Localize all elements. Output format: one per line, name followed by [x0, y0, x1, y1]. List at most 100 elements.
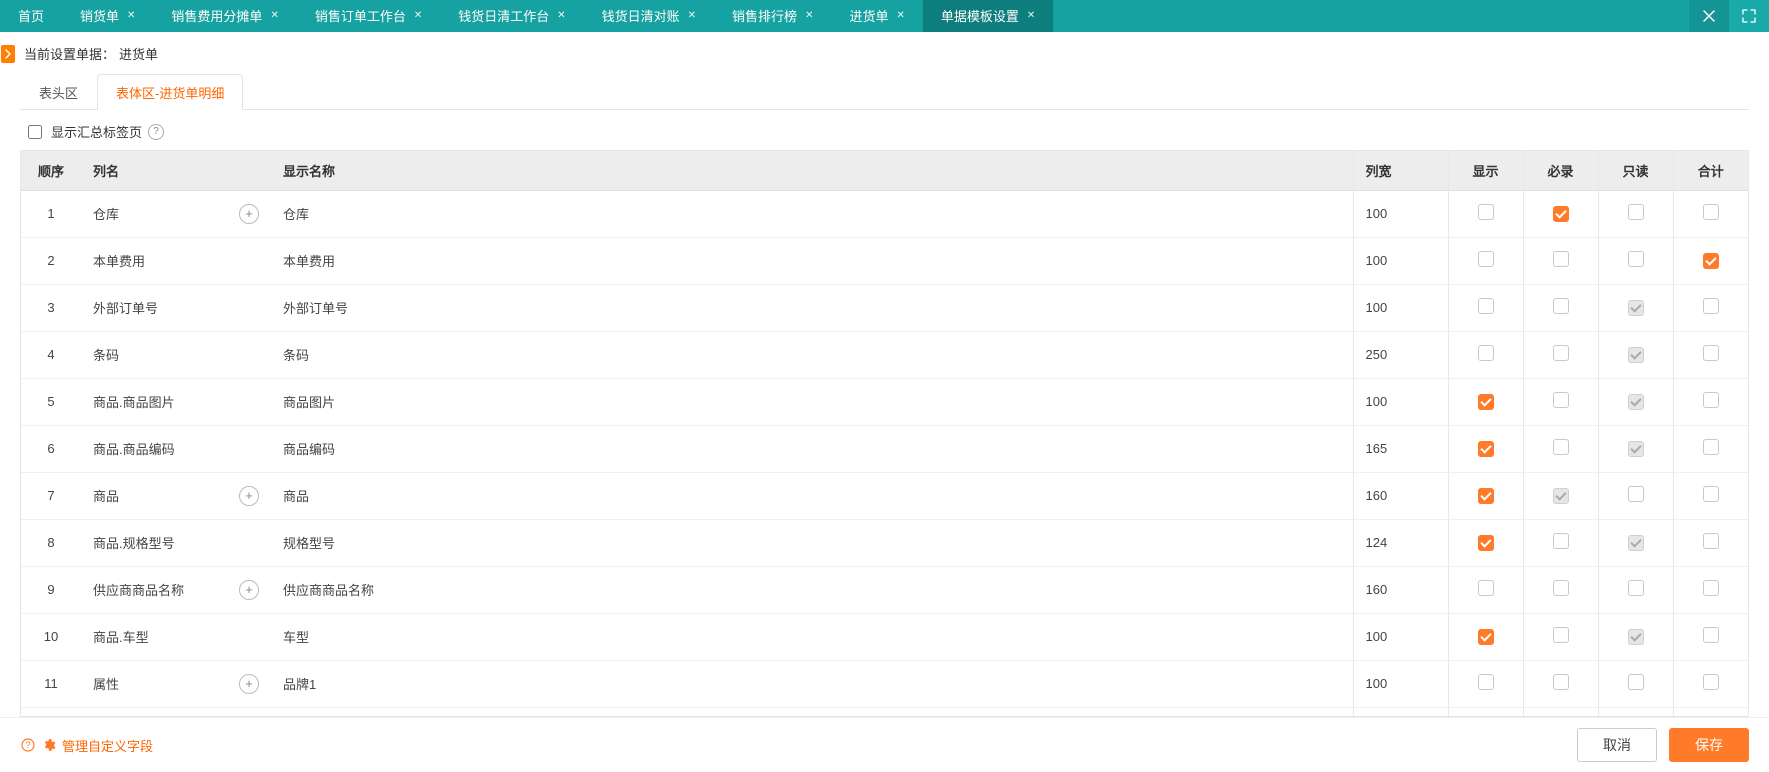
table-row[interactable]: 4条码条码250: [21, 331, 1748, 378]
close-icon[interactable]: ✕: [414, 11, 422, 21]
checkbox-show[interactable]: [1478, 204, 1494, 220]
checkbox-show[interactable]: [1478, 251, 1494, 267]
close-icon[interactable]: ✕: [688, 11, 696, 21]
cell-width[interactable]: 165: [1353, 425, 1448, 472]
checkbox-show[interactable]: [1478, 674, 1494, 690]
table-row[interactable]: 7商品+商品160: [21, 472, 1748, 519]
checkbox-required[interactable]: [1553, 674, 1569, 690]
top-tab[interactable]: 销售费用分摊单✕: [153, 0, 296, 32]
cell-width[interactable]: 100: [1353, 190, 1448, 237]
checkbox-required[interactable]: [1553, 298, 1569, 314]
cell-display-name[interactable]: 规格型号: [271, 519, 1353, 566]
table-row[interactable]: 12采购单位采购单位131: [21, 707, 1748, 716]
checkbox-required[interactable]: [1553, 251, 1569, 267]
add-column-button[interactable]: +: [239, 580, 259, 600]
top-tab[interactable]: 首页: [0, 0, 62, 32]
checkbox-required[interactable]: [1553, 392, 1569, 408]
add-column-button[interactable]: +: [239, 674, 259, 694]
checkbox-readonly[interactable]: [1628, 251, 1644, 267]
top-tab[interactable]: 销货单✕: [62, 0, 153, 32]
checkbox-readonly[interactable]: [1628, 580, 1644, 596]
cancel-button[interactable]: 取消: [1577, 728, 1657, 762]
add-column-button[interactable]: +: [239, 486, 259, 506]
top-tab[interactable]: 销售排行榜✕: [714, 0, 831, 32]
checkbox-total[interactable]: [1703, 486, 1719, 502]
checkbox-show[interactable]: [1478, 488, 1494, 504]
add-column-button[interactable]: +: [239, 204, 259, 224]
checkbox-total[interactable]: [1703, 627, 1719, 643]
cell-display-name[interactable]: 本单费用: [271, 237, 1353, 284]
checkbox-show[interactable]: [1478, 580, 1494, 596]
cell-display-name[interactable]: 供应商商品名称: [271, 566, 1353, 613]
table-row[interactable]: 6商品.商品编码商品编码165: [21, 425, 1748, 472]
close-icon[interactable]: ✕: [1027, 11, 1035, 21]
cell-width[interactable]: 100: [1353, 378, 1448, 425]
cell-width[interactable]: 250: [1353, 331, 1448, 378]
checkbox-readonly[interactable]: [1628, 204, 1644, 220]
checkbox-required[interactable]: [1553, 345, 1569, 361]
checkbox-required[interactable]: [1553, 627, 1569, 643]
cell-width[interactable]: 100: [1353, 284, 1448, 331]
top-tab[interactable]: 钱货日清工作台✕: [440, 0, 583, 32]
cell-display-name[interactable]: 外部订单号: [271, 284, 1353, 331]
close-icon[interactable]: ✕: [805, 11, 813, 21]
checkbox-show[interactable]: [1478, 629, 1494, 645]
close-icon[interactable]: ✕: [127, 11, 135, 21]
checkbox-total[interactable]: [1703, 580, 1719, 596]
fullscreen-button[interactable]: [1729, 0, 1769, 32]
checkbox-total[interactable]: [1703, 253, 1719, 269]
cell-display-name[interactable]: 品牌1: [271, 660, 1353, 707]
close-icon[interactable]: ✕: [270, 11, 278, 21]
cell-width[interactable]: 100: [1353, 613, 1448, 660]
cell-width[interactable]: 131: [1353, 707, 1448, 716]
cell-width[interactable]: 160: [1353, 566, 1448, 613]
top-tab[interactable]: 销售订单工作台✕: [297, 0, 440, 32]
close-icon[interactable]: ✕: [896, 11, 904, 21]
top-tab[interactable]: 钱货日清对账✕: [584, 0, 714, 32]
top-tab[interactable]: 单据模板设置✕: [923, 0, 1053, 32]
help-icon[interactable]: ?: [148, 124, 164, 140]
table-row[interactable]: 2本单费用本单费用100: [21, 237, 1748, 284]
checkbox-total[interactable]: [1703, 204, 1719, 220]
checkbox-show[interactable]: [1478, 441, 1494, 457]
checkbox-total[interactable]: [1703, 533, 1719, 549]
checkbox-show[interactable]: [1478, 394, 1494, 410]
table-row[interactable]: 11属性+品牌1100: [21, 660, 1748, 707]
cell-width[interactable]: 124: [1353, 519, 1448, 566]
checkbox-required[interactable]: [1553, 206, 1569, 222]
table-row[interactable]: 10商品.车型车型100: [21, 613, 1748, 660]
cell-display-name[interactable]: 商品图片: [271, 378, 1353, 425]
checkbox-show[interactable]: [1478, 298, 1494, 314]
table-row[interactable]: 5商品.商品图片商品图片100: [21, 378, 1748, 425]
table-row[interactable]: 9供应商商品名称+供应商商品名称160: [21, 566, 1748, 613]
table-row[interactable]: 3外部订单号外部订单号100: [21, 284, 1748, 331]
top-tab[interactable]: 进货单✕: [831, 0, 922, 32]
checkbox-total[interactable]: [1703, 298, 1719, 314]
save-button[interactable]: 保存: [1669, 728, 1749, 762]
checkbox-required[interactable]: [1553, 580, 1569, 596]
show-summary-tab-checkbox[interactable]: [28, 125, 42, 139]
checkbox-readonly[interactable]: [1628, 486, 1644, 502]
cell-width[interactable]: 100: [1353, 660, 1448, 707]
inner-tab[interactable]: 表体区-进货单明细: [97, 74, 243, 110]
checkbox-show[interactable]: [1478, 535, 1494, 551]
cell-display-name[interactable]: 条码: [271, 331, 1353, 378]
checkbox-required[interactable]: [1553, 533, 1569, 549]
cell-display-name[interactable]: 仓库: [271, 190, 1353, 237]
checkbox-total[interactable]: [1703, 674, 1719, 690]
manage-custom-fields-link[interactable]: ? 管理自定义字段: [20, 736, 153, 755]
cell-display-name[interactable]: 商品编码: [271, 425, 1353, 472]
table-row[interactable]: 8商品.规格型号规格型号124: [21, 519, 1748, 566]
checkbox-readonly[interactable]: [1628, 674, 1644, 690]
cell-display-name[interactable]: 采购单位: [271, 707, 1353, 716]
close-icon[interactable]: ✕: [557, 11, 565, 21]
cell-width[interactable]: 100: [1353, 237, 1448, 284]
inner-tab[interactable]: 表头区: [20, 74, 97, 110]
checkbox-total[interactable]: [1703, 345, 1719, 361]
checkbox-required[interactable]: [1553, 439, 1569, 455]
table-row[interactable]: 1仓库+仓库100: [21, 190, 1748, 237]
cell-display-name[interactable]: 商品: [271, 472, 1353, 519]
cell-width[interactable]: 160: [1353, 472, 1448, 519]
checkbox-total[interactable]: [1703, 392, 1719, 408]
checkbox-show[interactable]: [1478, 345, 1494, 361]
